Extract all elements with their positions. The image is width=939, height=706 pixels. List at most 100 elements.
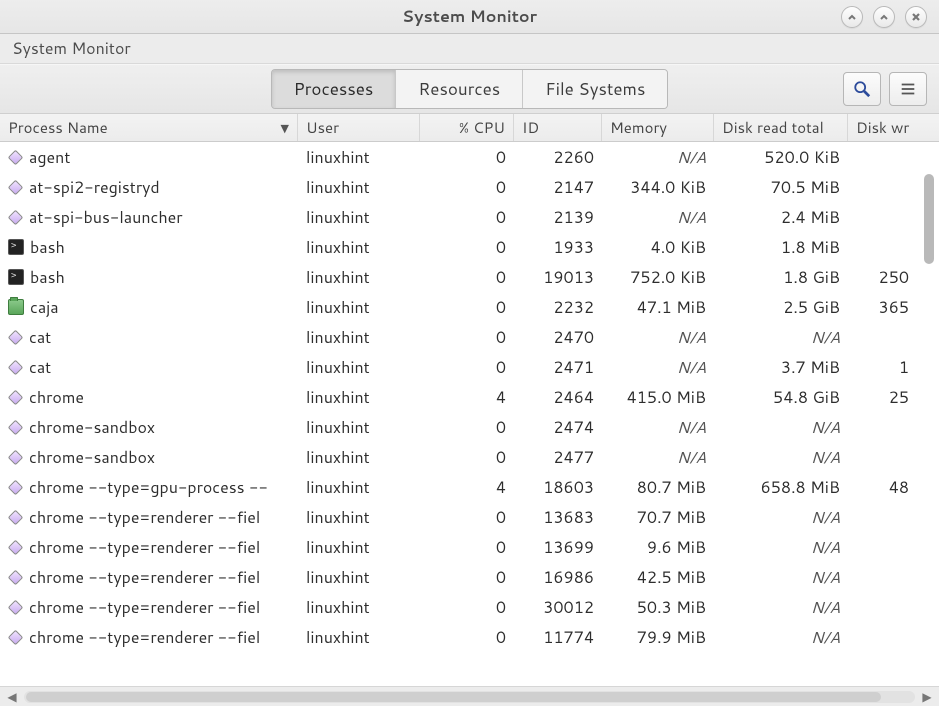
sort-indicator-icon: ▼ — [281, 120, 289, 136]
column-header-disk-read-total[interactable]: Disk read total — [714, 114, 848, 141]
table-row[interactable]: chrome --type=renderer --fiel linuxhint01… — [0, 562, 939, 592]
cell-process-name: chrome --type=renderer --fiel — [0, 596, 298, 619]
vertical-scrollbar-thumb[interactable] — [924, 174, 934, 264]
tab-processes[interactable]: Processes — [272, 70, 397, 108]
minimize-button[interactable] — [841, 6, 863, 28]
table-row[interactable]: chrome --type=renderer --fiellinuxhint03… — [0, 592, 939, 622]
chevron-up-icon — [881, 16, 887, 19]
cell-process-name: bash — [0, 266, 298, 289]
column-header-user[interactable]: User — [298, 114, 420, 141]
cell-process-name: at-spi-bus-launcher — [0, 206, 298, 229]
column-header-memory[interactable]: Memory — [602, 114, 714, 141]
cell-disk-read-total: N/A — [714, 536, 848, 559]
column-label: Disk wr — [856, 117, 909, 138]
diamond-icon — [8, 179, 24, 195]
column-header-id[interactable]: ID — [514, 114, 602, 141]
cell-disk-read-total: N/A — [714, 626, 848, 649]
search-button[interactable] — [843, 72, 881, 106]
cell-process-name: chrome --type=renderer --fiel — [0, 536, 298, 559]
cell-disk-read-total: N/A — [714, 506, 848, 529]
table-row[interactable]: at-spi-bus-launcherlinuxhint02139N/A2.4 … — [0, 202, 939, 232]
diamond-icon — [8, 629, 24, 645]
cell-cpu: 0 — [420, 536, 514, 559]
table-row[interactable]: chrome-sandboxlinuxhint02477N/AN/A — [0, 442, 939, 472]
cell-memory: 752.0 KiB — [602, 266, 714, 289]
process-table: Process Name ▼ User % CPU ID Memory Disk… — [0, 114, 939, 706]
cell-id: 13683 — [514, 506, 602, 529]
cell-cpu: 0 — [420, 416, 514, 439]
process-name-text: caja — [30, 296, 59, 319]
table-row[interactable]: chrome --type=renderer --fiellinuxhint01… — [0, 622, 939, 652]
cell-cpu: 0 — [420, 206, 514, 229]
cell-cpu: 0 — [420, 596, 514, 619]
cell-user: linuxhint — [298, 236, 420, 259]
cell-process-name: cat — [0, 326, 298, 349]
table-row[interactable]: cajalinuxhint0223247.1 MiB2.5 GiB365 — [0, 292, 939, 322]
table-row[interactable]: chromelinuxhint42464415.0 MiB54.8 GiB25 — [0, 382, 939, 412]
cell-user: linuxhint — [298, 476, 420, 499]
cell-user: linuxhint — [298, 386, 420, 409]
horizontal-scrollbar[interactable]: ◀ ▶ — [0, 686, 939, 706]
table-row[interactable]: chrome --type=renderer --fiellinuxhint01… — [0, 502, 939, 532]
diamond-icon — [8, 539, 24, 555]
cell-process-name: chrome-sandbox — [0, 416, 298, 439]
cell-disk-read-total: N/A — [714, 326, 848, 349]
table-row[interactable]: chrome-sandboxlinuxhint02474N/AN/A — [0, 412, 939, 442]
table-row[interactable]: catlinuxhint02470N/AN/A — [0, 322, 939, 352]
cell-id: 2474 — [514, 416, 602, 439]
column-header-process-name[interactable]: Process Name ▼ — [0, 114, 298, 141]
table-row[interactable]: chrome --type=renderer --fiellinuxhint01… — [0, 532, 939, 562]
cell-process-name: chrome --type=renderer --fiel — [0, 626, 298, 649]
close-button[interactable] — [905, 6, 927, 28]
column-header-disk-write-total[interactable]: Disk wr — [848, 114, 939, 141]
cell-cpu: 0 — [420, 506, 514, 529]
menu-button[interactable] — [889, 72, 927, 106]
table-row[interactable]: catlinuxhint02471N/A3.7 MiB1 — [0, 352, 939, 382]
vertical-scrollbar[interactable] — [922, 144, 936, 684]
tab-file-systems[interactable]: File Systems — [523, 70, 667, 108]
menu-system-monitor[interactable]: System Monitor — [12, 37, 131, 60]
cell-memory: 50.3 MiB — [602, 596, 714, 619]
scroll-left-button[interactable]: ◀ — [4, 689, 20, 705]
cell-process-name: chrome --type=renderer --fiel — [0, 506, 298, 529]
diamond-icon — [8, 359, 24, 375]
cell-cpu: 0 — [420, 446, 514, 469]
cell-id: 13699 — [514, 536, 602, 559]
cell-disk-read-total: 2.4 MiB — [714, 206, 848, 229]
diamond-icon — [8, 149, 24, 165]
cell-process-name: agent — [0, 146, 298, 169]
cell-process-name: cat — [0, 356, 298, 379]
cell-disk-read-total: 3.7 MiB — [714, 356, 848, 379]
cell-user: linuxhint — [298, 266, 420, 289]
horizontal-scrollbar-thumb[interactable] — [26, 692, 881, 702]
cell-cpu: 0 — [420, 566, 514, 589]
cell-disk-read-total: N/A — [714, 566, 848, 589]
diamond-icon — [8, 389, 24, 405]
table-row[interactable]: bashlinuxhint019334.0 KiB1.8 MiB — [0, 232, 939, 262]
horizontal-scrollbar-track[interactable] — [24, 691, 915, 703]
cell-memory: N/A — [602, 416, 714, 439]
cell-memory: N/A — [602, 206, 714, 229]
process-name-text: chrome --type=renderer --fiel — [29, 566, 260, 589]
cell-disk-read-total: N/A — [714, 446, 848, 469]
cell-memory: 415.0 MiB — [602, 386, 714, 409]
cell-process-name: at-spi2-registryd — [0, 176, 298, 199]
cell-user: linuxhint — [298, 566, 420, 589]
tab-resources[interactable]: Resources — [396, 70, 523, 108]
cell-user: linuxhint — [298, 326, 420, 349]
cell-id: 1933 — [514, 236, 602, 259]
table-row[interactable]: chrome --type=gpu-process -- linuxhint41… — [0, 472, 939, 502]
table-row[interactable]: at-spi2-registrydlinuxhint02147344.0 KiB… — [0, 172, 939, 202]
column-header-cpu[interactable]: % CPU — [420, 114, 514, 141]
cell-disk-read-total: 1.8 GiB — [714, 266, 848, 289]
scroll-right-button[interactable]: ▶ — [919, 689, 935, 705]
cell-id: 16986 — [514, 566, 602, 589]
title-bar: System Monitor — [0, 0, 939, 34]
diamond-icon — [8, 419, 24, 435]
cell-user: linuxhint — [298, 596, 420, 619]
table-row[interactable]: bashlinuxhint019013752.0 KiB1.8 GiB250 — [0, 262, 939, 292]
cell-memory: N/A — [602, 446, 714, 469]
maximize-button[interactable] — [873, 6, 895, 28]
table-row[interactable]: agentlinuxhint02260N/A520.0 KiB — [0, 142, 939, 172]
cell-user: linuxhint — [298, 206, 420, 229]
